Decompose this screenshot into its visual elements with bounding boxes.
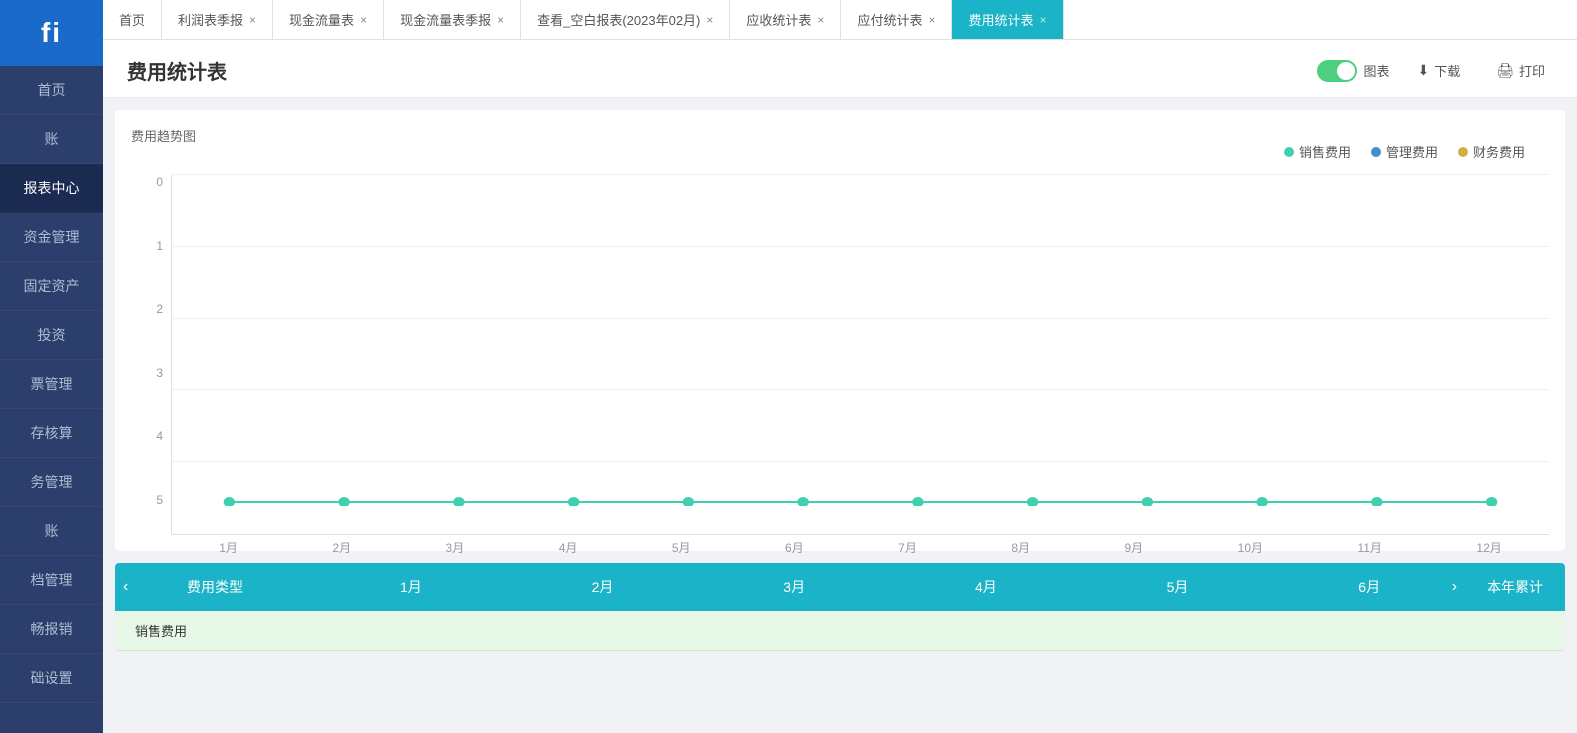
content-area: 费用统计表 图表 ⬇ 下载 🖨 打印 费用趋势图 bbox=[103, 40, 1577, 733]
chart-section: 费用趋势图 销售费用 管理费用 财务费用 bbox=[115, 110, 1565, 551]
x-axis-labels: 1月 2月 3月 4月 5月 6月 7月 8月 9月 10月 11月 bbox=[172, 539, 1549, 556]
sidebar-item-ledger[interactable]: 账 bbox=[0, 115, 103, 164]
chart-toggle-container: 图表 bbox=[1317, 60, 1389, 82]
sidebar-item-fund-mgmt[interactable]: 资金管理 bbox=[0, 213, 103, 262]
close-blank-report[interactable]: × bbox=[706, 13, 713, 27]
sidebar-item-home[interactable]: 首页 bbox=[0, 66, 103, 115]
th-total: 本年累计 bbox=[1465, 577, 1565, 597]
x-label-mar: 3月 bbox=[446, 539, 465, 556]
tab-bar: 首页 利润表季报 × 现金流量表 × 现金流量表季报 × 查看_空白报表(202… bbox=[103, 0, 1577, 40]
sidebar-item-file-mgmt[interactable]: 档管理 bbox=[0, 556, 103, 605]
tab-cashflow-quarterly[interactable]: 现金流量表季报 × bbox=[384, 0, 521, 39]
legend-mgmt: 管理费用 bbox=[1371, 142, 1438, 161]
close-receivable[interactable]: × bbox=[817, 13, 824, 27]
chart-canvas-wrapper: 5 4 3 2 1 0 bbox=[131, 175, 1549, 535]
legend-label-sales: 销售费用 bbox=[1299, 142, 1351, 161]
tab-blank-report[interactable]: 查看_空白报表(2023年02月) × bbox=[521, 0, 730, 39]
x-label-aug: 8月 bbox=[1011, 539, 1030, 556]
y-label-1: 1 bbox=[156, 239, 163, 253]
th-month-1: 1月 bbox=[315, 577, 507, 597]
tab-payable[interactable]: 应付统计表 × bbox=[841, 0, 952, 39]
close-payable[interactable]: × bbox=[928, 13, 935, 27]
sidebar-item-invoice-mgmt[interactable]: 票管理 bbox=[0, 360, 103, 409]
tab-cashflow[interactable]: 现金流量表 × bbox=[273, 0, 384, 39]
main-area: 首页 利润表季报 × 现金流量表 × 现金流量表季报 × 查看_空白报表(202… bbox=[103, 0, 1577, 733]
legend-finance: 财务费用 bbox=[1458, 142, 1525, 161]
close-profit-quarterly[interactable]: × bbox=[249, 13, 256, 27]
y-label-4: 4 bbox=[156, 429, 163, 443]
table-header: 费用类型 ‹ 1月 2月 3月 4月 5月 6月› 本年累计 bbox=[115, 563, 1565, 611]
y-label-0: 0 bbox=[156, 175, 163, 189]
y-label-5: 5 bbox=[156, 493, 163, 507]
tab-home[interactable]: 首页 bbox=[103, 0, 162, 39]
th-month-6: 6月› bbox=[1273, 577, 1465, 597]
x-label-jan: 1月 bbox=[219, 539, 238, 556]
sidebar-item-inventory-calc[interactable]: 存核算 bbox=[0, 409, 103, 458]
x-label-dec: 12月 bbox=[1476, 539, 1501, 556]
chart-area: 5 4 3 2 1 0 bbox=[131, 175, 1549, 535]
td-type: 销售费用 bbox=[115, 621, 315, 640]
legend-sales: 销售费用 bbox=[1284, 142, 1351, 161]
chart-toggle-label: 图表 bbox=[1363, 61, 1389, 80]
table-row: 销售费用 bbox=[115, 611, 1565, 651]
x-label-oct: 10月 bbox=[1238, 539, 1263, 556]
download-icon: ⬇ bbox=[1417, 62, 1429, 79]
sidebar-item-report-center[interactable]: 报表中心 bbox=[0, 164, 103, 213]
x-label-nov: 11月 bbox=[1357, 539, 1381, 556]
tab-profit-quarterly[interactable]: 利润表季报 × bbox=[162, 0, 273, 39]
legend-label-finance: 财务费用 bbox=[1473, 142, 1525, 161]
download-button[interactable]: ⬇ 下载 bbox=[1409, 57, 1468, 84]
x-label-may: 5月 bbox=[672, 539, 691, 556]
chart-legend: 销售费用 管理费用 财务费用 bbox=[1284, 142, 1525, 161]
x-label-jul: 7月 bbox=[898, 539, 917, 556]
prev-month-button[interactable]: ‹ bbox=[123, 578, 128, 596]
legend-label-mgmt: 管理费用 bbox=[1386, 142, 1438, 161]
print-icon: 🖨 bbox=[1496, 62, 1514, 79]
tab-expense[interactable]: 费用统计表 × bbox=[952, 0, 1063, 39]
tab-receivable[interactable]: 应收统计表 × bbox=[730, 0, 841, 39]
page-header: 费用统计表 图表 ⬇ 下载 🖨 打印 bbox=[103, 40, 1577, 98]
th-type: 费用类型 ‹ bbox=[115, 577, 315, 597]
table-section: 费用类型 ‹ 1月 2月 3月 4月 5月 6月› 本年累计 销售费用 bbox=[115, 563, 1565, 651]
close-expense[interactable]: × bbox=[1039, 13, 1046, 27]
x-label-jun: 6月 bbox=[785, 539, 804, 556]
legend-dot-finance bbox=[1458, 147, 1468, 157]
close-cashflow[interactable]: × bbox=[360, 13, 367, 27]
next-month-button[interactable]: › bbox=[1452, 578, 1457, 596]
sidebar-item-service-mgmt[interactable]: 务管理 bbox=[0, 458, 103, 507]
th-month-4: 4月 bbox=[890, 577, 1082, 597]
y-label-3: 3 bbox=[156, 366, 163, 380]
legend-dot-sales bbox=[1284, 147, 1294, 157]
sidebar-item-smooth-sales[interactable]: 畅报销 bbox=[0, 605, 103, 654]
th-month-2: 2月 bbox=[507, 577, 699, 597]
header-actions: 图表 ⬇ 下载 🖨 打印 bbox=[1317, 57, 1553, 84]
sidebar-item-investment[interactable]: 投资 bbox=[0, 311, 103, 360]
x-label-sep: 9月 bbox=[1124, 539, 1143, 556]
x-label-feb: 2月 bbox=[332, 539, 351, 556]
th-month-5: 5月 bbox=[1082, 577, 1274, 597]
sidebar-item-basic-settings[interactable]: 础设置 bbox=[0, 654, 103, 703]
y-axis: 5 4 3 2 1 0 bbox=[131, 175, 171, 535]
sidebar: fi 首页 账 报表中心 资金管理 固定资产 投资 票管理 存核算 务管理 账 … bbox=[0, 0, 103, 733]
legend-dot-mgmt bbox=[1371, 147, 1381, 157]
x-label-apr: 4月 bbox=[559, 539, 578, 556]
print-button[interactable]: 🖨 打印 bbox=[1488, 57, 1553, 84]
app-logo: fi bbox=[0, 0, 103, 66]
chart-wrapper: 费用趋势图 销售费用 管理费用 财务费用 bbox=[131, 126, 1549, 535]
sidebar-item-accounts[interactable]: 账 bbox=[0, 507, 103, 556]
chart-toggle[interactable] bbox=[1317, 60, 1357, 82]
close-cashflow-quarterly[interactable]: × bbox=[497, 13, 504, 27]
chart-plot: 1月 2月 3月 4月 5月 6月 7月 8月 9月 10月 11月 bbox=[171, 175, 1549, 535]
th-month-3: 3月 bbox=[698, 577, 890, 597]
page-title: 费用统计表 bbox=[127, 56, 227, 85]
sidebar-item-fixed-assets[interactable]: 固定资产 bbox=[0, 262, 103, 311]
chart-svg bbox=[172, 175, 1549, 506]
y-label-2: 2 bbox=[156, 302, 163, 316]
